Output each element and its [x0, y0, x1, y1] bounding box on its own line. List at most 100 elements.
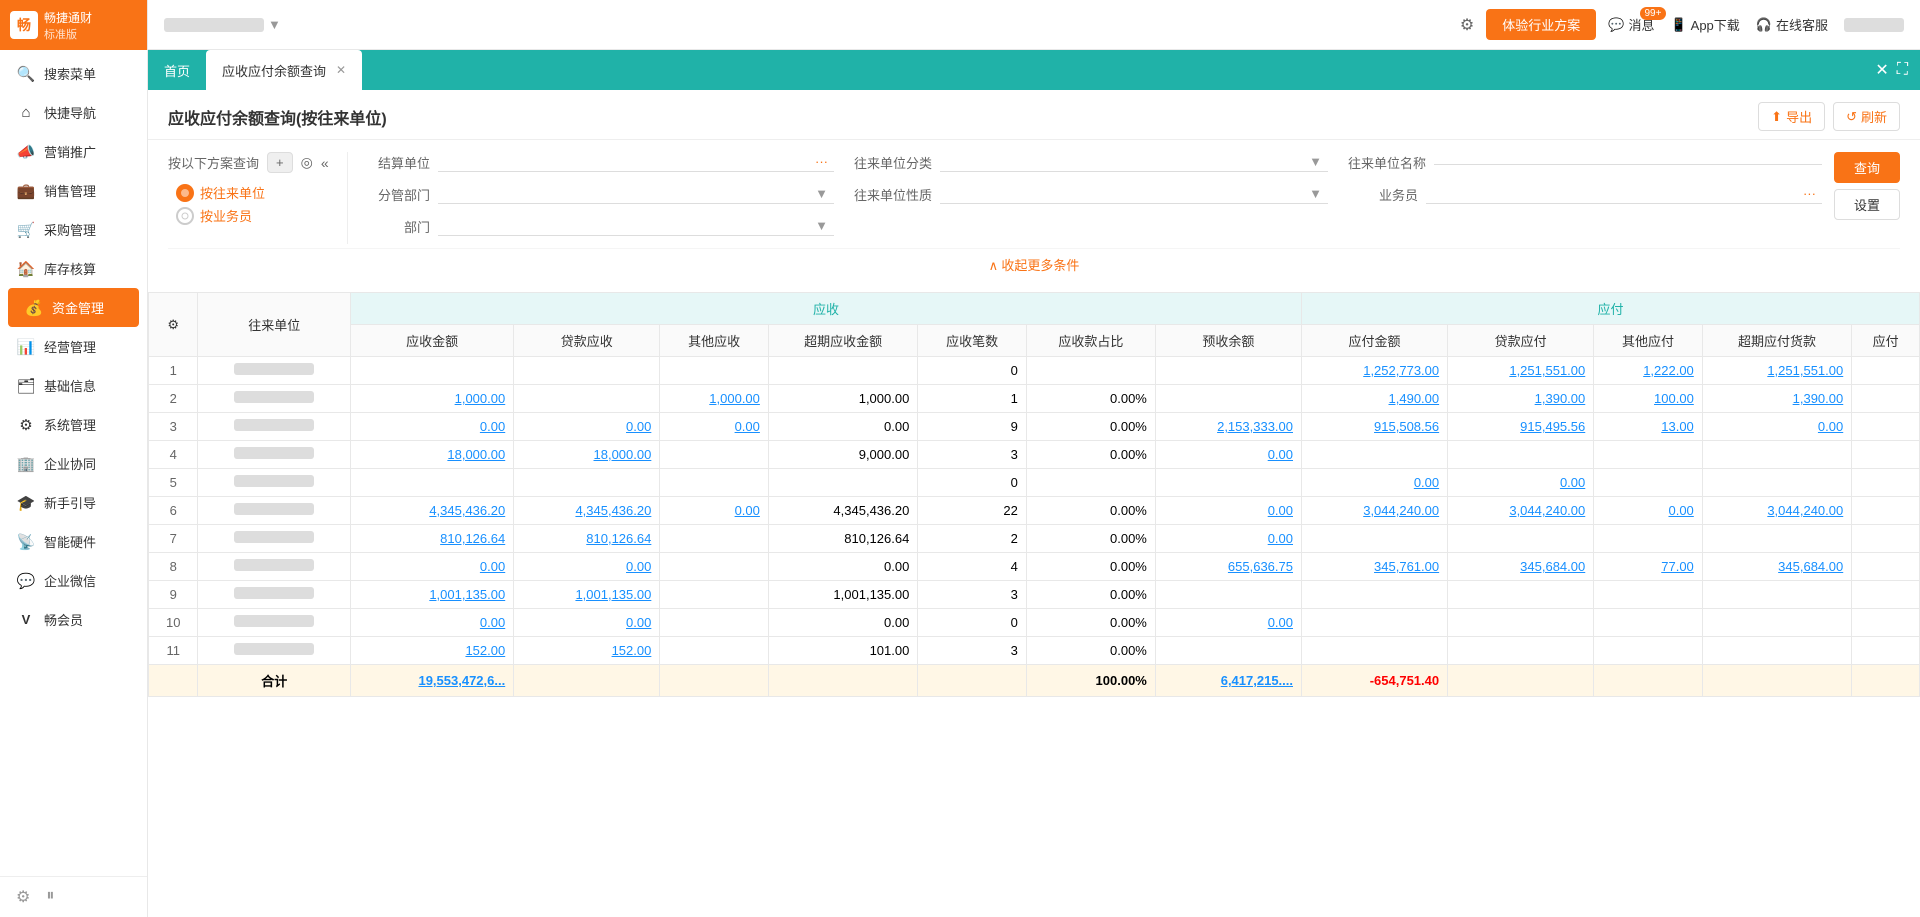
sidebar-item-operation[interactable]: 📊 经营管理: [0, 327, 147, 366]
footer-ar-total[interactable]: 19,553,472,6...: [351, 665, 514, 697]
sidebar-item-inventory[interactable]: 🏠 库存核算: [0, 249, 147, 288]
row-ar-loan[interactable]: 0.00: [514, 553, 660, 581]
messages-button[interactable]: 💬 消息 99+: [1608, 15, 1654, 34]
row-ar-loan[interactable]: 0.00: [514, 609, 660, 637]
row-ar-other[interactable]: 0.00: [660, 497, 769, 525]
sidebar-item-marketing[interactable]: 📣 营销推广: [0, 132, 147, 171]
row-ap-loan[interactable]: 915,495.56: [1448, 413, 1594, 441]
th-settings[interactable]: ⚙: [149, 293, 198, 357]
row-ap-overdue[interactable]: 1,390.00: [1702, 385, 1851, 413]
salesperson-input[interactable]: ···: [1426, 184, 1822, 204]
row-ar-amount[interactable]: 152.00: [351, 637, 514, 665]
partner-category-input[interactable]: ▼: [940, 152, 1328, 172]
sidebar-item-member[interactable]: V 畅会员: [0, 600, 147, 639]
row-ap-amount[interactable]: 1,490.00: [1302, 385, 1448, 413]
sidebar-item-enterprise[interactable]: 🏢 企业协同: [0, 444, 147, 483]
row-ap-overdue[interactable]: 3,044,240.00: [1702, 497, 1851, 525]
division-input[interactable]: ▼: [438, 184, 834, 204]
row-prepay[interactable]: 0.00: [1155, 525, 1301, 553]
row-ap-overdue[interactable]: 1,251,551.00: [1702, 357, 1851, 385]
row-ar-loan[interactable]: 810,126.64: [514, 525, 660, 553]
partner-nature-input[interactable]: ▼: [940, 184, 1328, 204]
tab-home[interactable]: 首页: [148, 50, 206, 90]
row-ap-amount[interactable]: 915,508.56: [1302, 413, 1448, 441]
solution-button[interactable]: 体验行业方案: [1486, 9, 1596, 40]
collapse-bar[interactable]: ∧ 收起更多条件: [168, 248, 1900, 280]
row-ap-overdue[interactable]: 345,684.00: [1702, 553, 1851, 581]
row-ar-loan[interactable]: 4,345,436.20: [514, 497, 660, 525]
partner-name-input[interactable]: [1434, 160, 1822, 165]
row-ap-loan[interactable]: 1,251,551.00: [1448, 357, 1594, 385]
sidebar-item-system[interactable]: ⚙ 系统管理: [0, 405, 147, 444]
collapse-icon[interactable]: ⏸: [46, 887, 54, 907]
row-prepay[interactable]: 0.00: [1155, 497, 1301, 525]
row-ar-loan[interactable]: 0.00: [514, 413, 660, 441]
row-ar-loan[interactable]: 1,001,135.00: [514, 581, 660, 609]
row-ap-other[interactable]: 1,222.00: [1594, 357, 1703, 385]
row-ar-other[interactable]: 0.00: [660, 413, 769, 441]
row-ap-other[interactable]: 13.00: [1594, 413, 1703, 441]
topbar-gear-icon[interactable]: ⚙: [1460, 15, 1474, 35]
table-row: 9 1,001,135.00 1,001,135.00 1,001,135.00…: [149, 581, 1920, 609]
filter-collapse-icon[interactable]: «: [321, 155, 329, 171]
tab-close-icon[interactable]: ✕: [336, 63, 346, 77]
sidebar-item-purchase[interactable]: 🛒 采购管理: [0, 210, 147, 249]
row-ap-amount[interactable]: 1,252,773.00: [1302, 357, 1448, 385]
scheme-salesperson[interactable]: 按业务员: [176, 206, 335, 225]
settings-button[interactable]: 设置: [1834, 189, 1900, 220]
row-ar-amount[interactable]: 0.00: [351, 609, 514, 637]
settlement-unit-input[interactable]: ···: [438, 152, 834, 172]
row-ar-amount[interactable]: 1,001,135.00: [351, 581, 514, 609]
row-ap-loan[interactable]: 0.00: [1448, 469, 1594, 497]
table-gear-icon[interactable]: ⚙: [167, 317, 179, 332]
row-prepay[interactable]: 2,153,333.00: [1155, 413, 1301, 441]
close-window-icon[interactable]: ✕: [1875, 60, 1888, 80]
footer-prepay[interactable]: 6,417,215....: [1155, 665, 1301, 697]
refresh-button[interactable]: ↺ 刷新: [1833, 102, 1900, 131]
sidebar-item-basic[interactable]: 🗂 基础信息: [0, 366, 147, 405]
row-ar-loan[interactable]: 18,000.00: [514, 441, 660, 469]
row-ar-amount[interactable]: 1,000.00: [351, 385, 514, 413]
filter-add-button[interactable]: +: [267, 152, 293, 173]
sidebar-item-quicknav[interactable]: ⌂ 快捷导航: [0, 93, 147, 132]
settings-footer-icon[interactable]: ⚙: [16, 887, 30, 907]
row-ap-loan[interactable]: 345,684.00: [1448, 553, 1594, 581]
row-ap-loan[interactable]: 1,390.00: [1448, 385, 1594, 413]
row-ar-amount[interactable]: 4,345,436.20: [351, 497, 514, 525]
row-prepay[interactable]: 0.00: [1155, 441, 1301, 469]
department-input[interactable]: ▼: [438, 216, 834, 236]
tab-query[interactable]: 应收应付余额查询 ✕: [206, 50, 362, 90]
sidebar-item-sales[interactable]: 💼 销售管理: [0, 171, 147, 210]
query-button[interactable]: 查询: [1834, 152, 1900, 183]
sidebar-item-hardware[interactable]: 📡 智能硬件: [0, 522, 147, 561]
row-no: 2: [149, 385, 198, 413]
row-ap-other[interactable]: 100.00: [1594, 385, 1703, 413]
row-ap-amount[interactable]: 3,044,240.00: [1302, 497, 1448, 525]
row-ap-other[interactable]: 77.00: [1594, 553, 1703, 581]
row-ar-amount[interactable]: 0.00: [351, 413, 514, 441]
row-ap-overdue[interactable]: 0.00: [1702, 413, 1851, 441]
row-prepay[interactable]: 0.00: [1155, 609, 1301, 637]
row-ar-amount[interactable]: 810,126.64: [351, 525, 514, 553]
row-ar-count: 3: [918, 441, 1027, 469]
export-button[interactable]: ⬆ 导出: [1758, 102, 1825, 131]
filter-circle-icon[interactable]: ◎: [301, 154, 313, 171]
online-service-button[interactable]: 🎧 在线客服: [1756, 15, 1828, 34]
row-ar-amount[interactable]: 18,000.00: [351, 441, 514, 469]
app-download-button[interactable]: 📱 App下载: [1670, 15, 1739, 34]
scheme-partner[interactable]: 按往来单位: [176, 183, 335, 202]
maximize-icon[interactable]: ⛶: [1897, 61, 1908, 79]
row-prepay: [1155, 581, 1301, 609]
row-ap-amount[interactable]: 0.00: [1302, 469, 1448, 497]
sidebar-item-finance[interactable]: 💰 资金管理: [8, 288, 139, 327]
row-ap-other[interactable]: 0.00: [1594, 497, 1703, 525]
row-prepay[interactable]: 655,636.75: [1155, 553, 1301, 581]
row-ar-other[interactable]: 1,000.00: [660, 385, 769, 413]
row-ar-amount[interactable]: 0.00: [351, 553, 514, 581]
sidebar-item-wechat[interactable]: 💬 企业微信: [0, 561, 147, 600]
sidebar-item-guide[interactable]: 🎓 新手引导: [0, 483, 147, 522]
row-ap-loan[interactable]: 3,044,240.00: [1448, 497, 1594, 525]
row-ap-amount[interactable]: 345,761.00: [1302, 553, 1448, 581]
sidebar-item-search[interactable]: 🔍 搜索菜单: [0, 54, 147, 93]
row-ar-loan[interactable]: 152.00: [514, 637, 660, 665]
